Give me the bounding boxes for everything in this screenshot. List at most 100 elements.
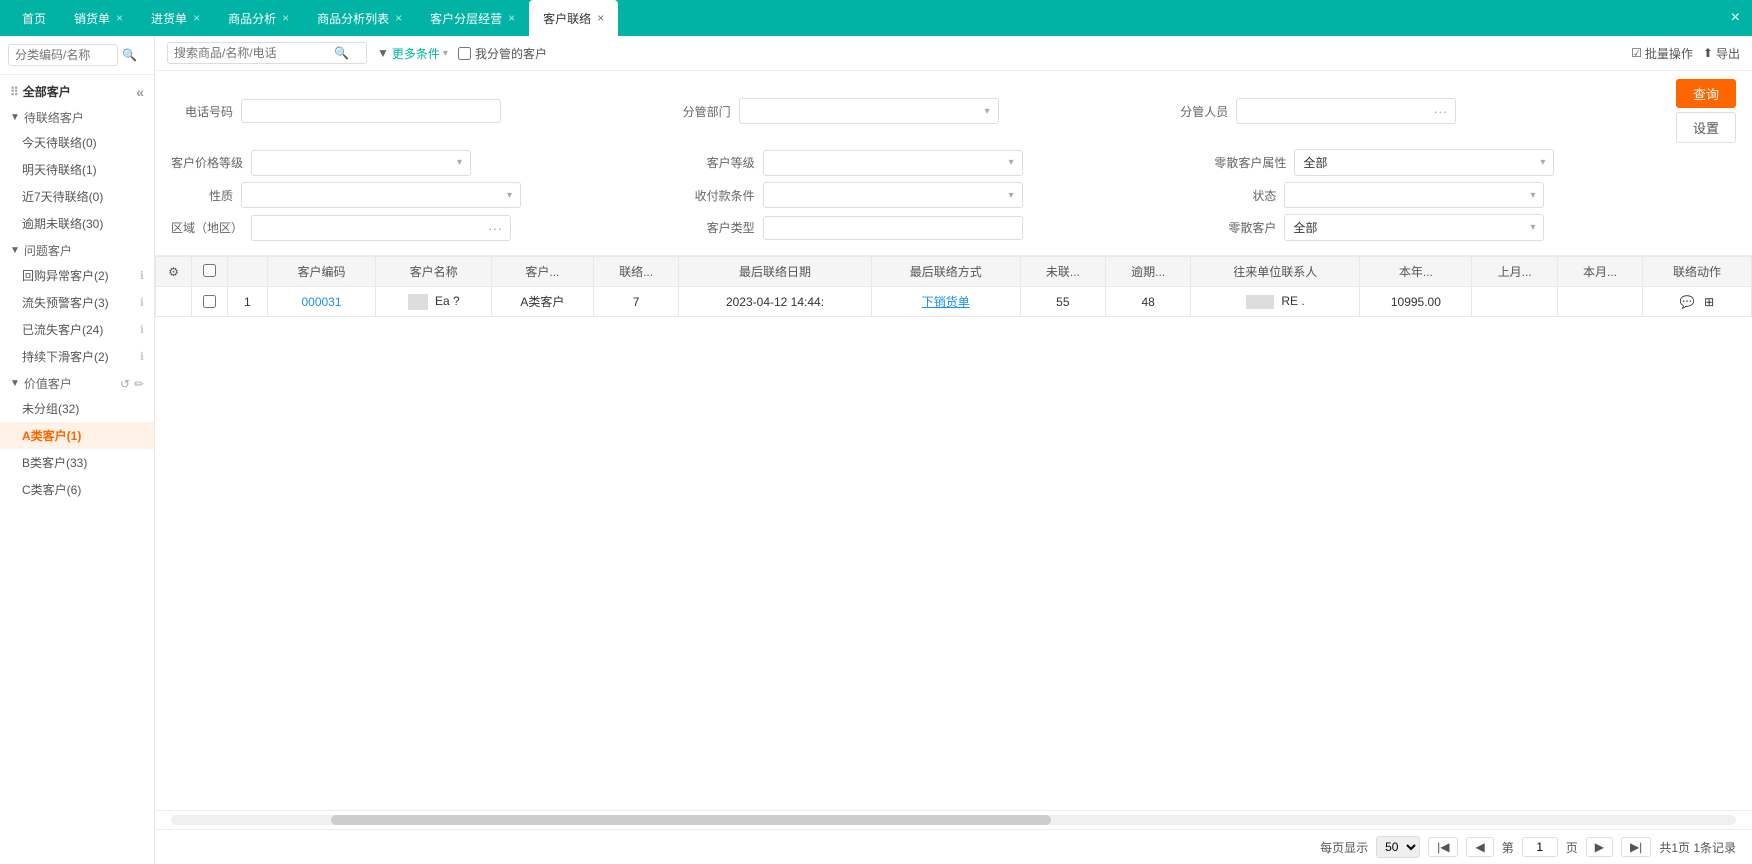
row-checkbox[interactable]	[203, 295, 216, 308]
sidebar-item-churned[interactable]: 已流失客户(24) ℹ	[0, 316, 154, 343]
td-actions: 💬 ⊞	[1643, 287, 1752, 317]
filter-region-select[interactable]: ···	[251, 215, 511, 241]
sidebar-search-icon[interactable]: 🔍	[122, 48, 137, 62]
first-page-btn[interactable]: |◀	[1428, 837, 1458, 857]
action-chat-icon[interactable]: 💬	[1680, 295, 1695, 309]
last-page-btn[interactable]: ▶|	[1621, 837, 1651, 857]
td-last-contact-date: 2023-04-12 14:44:	[679, 287, 872, 317]
batch-op-btn[interactable]: ☑ 批量操作	[1631, 45, 1693, 62]
sidebar-item-tomorrow-contact[interactable]: 明天待联络(1)	[0, 156, 154, 183]
filter-search-input[interactable]	[174, 46, 334, 60]
action-grid-icon[interactable]: ⊞	[1704, 295, 1714, 309]
sidebar-item-repurchase-abnormal[interactable]: 回购异常客户(2) ℹ	[0, 262, 154, 289]
customer-table: ⚙ 客户编码 客户名称 客户...	[155, 256, 1752, 317]
sidebar-item-unclassified[interactable]: 未分组(32)	[0, 395, 154, 422]
manager-select-dots[interactable]: ···	[1433, 103, 1447, 119]
refresh-icon[interactable]: ↺	[120, 377, 130, 391]
sidebar-item-class-c[interactable]: C类客户(6)	[0, 476, 154, 503]
close-goods-analysis-tab[interactable]: ×	[282, 11, 289, 25]
th-code[interactable]: 客户编码	[267, 257, 376, 287]
close-customer-segment-tab[interactable]: ×	[508, 11, 515, 25]
th-overdue[interactable]: 逾期...	[1106, 257, 1191, 287]
close-sales-tab[interactable]: ×	[116, 11, 123, 25]
tab-customer-segment[interactable]: 客户分层经营 ×	[416, 0, 529, 36]
td-last-contact-method[interactable]: 下销货单	[871, 287, 1020, 317]
th-last-month[interactable]: 上月...	[1472, 257, 1557, 287]
retail-attr-arrow: ▾	[1540, 157, 1545, 168]
filter-right-actions: ☑ 批量操作 ⬆ 导出	[1631, 45, 1740, 62]
my-customers-checkbox[interactable]	[458, 47, 471, 60]
filter-nature-select[interactable]: ▾	[241, 182, 521, 208]
th-this-year[interactable]: 本年...	[1360, 257, 1472, 287]
select-all-checkbox[interactable]	[203, 264, 216, 277]
sidebar-item-today-contact[interactable]: 今天待联络(0)	[0, 129, 154, 156]
th-last-contact-date[interactable]: 最后联络日期	[679, 257, 872, 287]
sidebar-search-input[interactable]	[8, 44, 118, 66]
query-btn[interactable]: 查询	[1676, 79, 1736, 108]
top-nav: 首页 销货单 × 进货单 × 商品分析 × 商品分析列表 × 客户分层经营 × …	[0, 0, 1752, 36]
settings-btn[interactable]: 设置	[1676, 112, 1736, 143]
th-category[interactable]: 客户...	[491, 257, 593, 287]
tab-purchase[interactable]: 进货单 ×	[137, 0, 214, 36]
close-goods-analysis-list-tab[interactable]: ×	[395, 11, 402, 25]
th-contact[interactable]: 联络...	[593, 257, 678, 287]
filter-retail-attr-label: 零散客户属性	[1214, 154, 1294, 171]
info-icon-1: ℹ	[140, 269, 144, 282]
filter-price-level-select[interactable]: ▾	[251, 150, 471, 176]
filter-manager-select[interactable]: ···	[1236, 98, 1456, 124]
filter-customer-type-input[interactable]	[763, 216, 1023, 240]
current-page-input[interactable]	[1522, 837, 1558, 857]
tab-customer-contact[interactable]: 客户联络 ×	[529, 0, 618, 36]
info-icon-3: ℹ	[140, 323, 144, 336]
edit-group-icon[interactable]: ✏	[134, 377, 144, 391]
tab-goods-analysis-list[interactable]: 商品分析列表 ×	[303, 0, 416, 36]
tab-goods-analysis[interactable]: 商品分析 ×	[214, 0, 303, 36]
horizontal-scrollbar[interactable]	[171, 815, 1736, 825]
close-customer-contact-tab[interactable]: ×	[597, 11, 604, 25]
th-this-month[interactable]: 本月...	[1557, 257, 1642, 287]
td-code[interactable]: 000031	[267, 287, 376, 317]
filter-customer-level-select[interactable]: ▾	[763, 150, 1023, 176]
prev-page-btn[interactable]: ◀	[1466, 837, 1493, 857]
sidebar-collapse-icon[interactable]: «	[136, 84, 144, 100]
filter-status-select[interactable]: ▾	[1284, 182, 1544, 208]
group-problem-customers[interactable]: ▼ 问题客户	[0, 237, 154, 262]
group-pending-contact[interactable]: ▼ 待联络客户	[0, 104, 154, 129]
close-all-tabs[interactable]: ×	[1731, 9, 1740, 27]
sidebar-item-class-a[interactable]: A类客户(1)	[0, 422, 154, 449]
th-name[interactable]: 客户名称	[376, 257, 491, 287]
th-last-contact-method[interactable]: 最后联络方式	[871, 257, 1020, 287]
tab-home[interactable]: 首页	[8, 0, 60, 36]
scroll-thumb[interactable]	[331, 815, 1051, 825]
filter-phone-input[interactable]	[241, 99, 501, 123]
sidebar-item-declining[interactable]: 持续下滑客户(2) ℹ	[0, 343, 154, 370]
page-size-select[interactable]: 50	[1376, 836, 1420, 858]
region-dots[interactable]: ···	[488, 220, 502, 236]
group-value-customers[interactable]: ▼ 价值客户 ↺ ✏	[0, 370, 154, 395]
filter-search-box: 🔍	[167, 42, 367, 64]
close-purchase-tab[interactable]: ×	[193, 11, 200, 25]
scroll-area	[155, 810, 1752, 829]
filter-payment-select[interactable]: ▾	[763, 182, 1023, 208]
th-gear[interactable]: ⚙	[156, 257, 192, 287]
th-no-contact[interactable]: 未联...	[1020, 257, 1105, 287]
th-unit-contacts[interactable]: 往来单位联系人	[1191, 257, 1360, 287]
table-wrapper: ⚙ 客户编码 客户名称 客户...	[155, 256, 1752, 810]
my-customers-filter: 我分管的客户	[458, 45, 547, 62]
filter-dept-select[interactable]: ▾	[739, 98, 999, 124]
filter-retail-attr-select[interactable]: 全部 ▾	[1294, 149, 1554, 176]
tab-sales[interactable]: 销货单 ×	[60, 0, 137, 36]
filter-status-label: 状态	[1214, 187, 1284, 204]
group-pending-contact-label: 待联络客户	[24, 109, 84, 126]
sidebar-item-churn-warning[interactable]: 流失预警客户(3) ℹ	[0, 289, 154, 316]
filter-more-btn[interactable]: ▼ 更多条件 ▾	[377, 45, 448, 62]
export-btn[interactable]: ⬆ 导出	[1703, 45, 1740, 62]
sidebar-item-7day-contact[interactable]: 近7天待联络(0)	[0, 183, 154, 210]
filter-retail-select[interactable]: 全部 ▾	[1284, 214, 1544, 241]
sidebar-item-class-b[interactable]: B类客户(33)	[0, 449, 154, 476]
next-page-btn[interactable]: ▶	[1586, 837, 1613, 857]
filter-phone-label: 电话号码	[171, 103, 241, 120]
sidebar-item-overdue-contact[interactable]: 逾期未联络(30)	[0, 210, 154, 237]
th-action: 联络动作	[1643, 257, 1752, 287]
filter-search-icon[interactable]: 🔍	[334, 46, 349, 60]
